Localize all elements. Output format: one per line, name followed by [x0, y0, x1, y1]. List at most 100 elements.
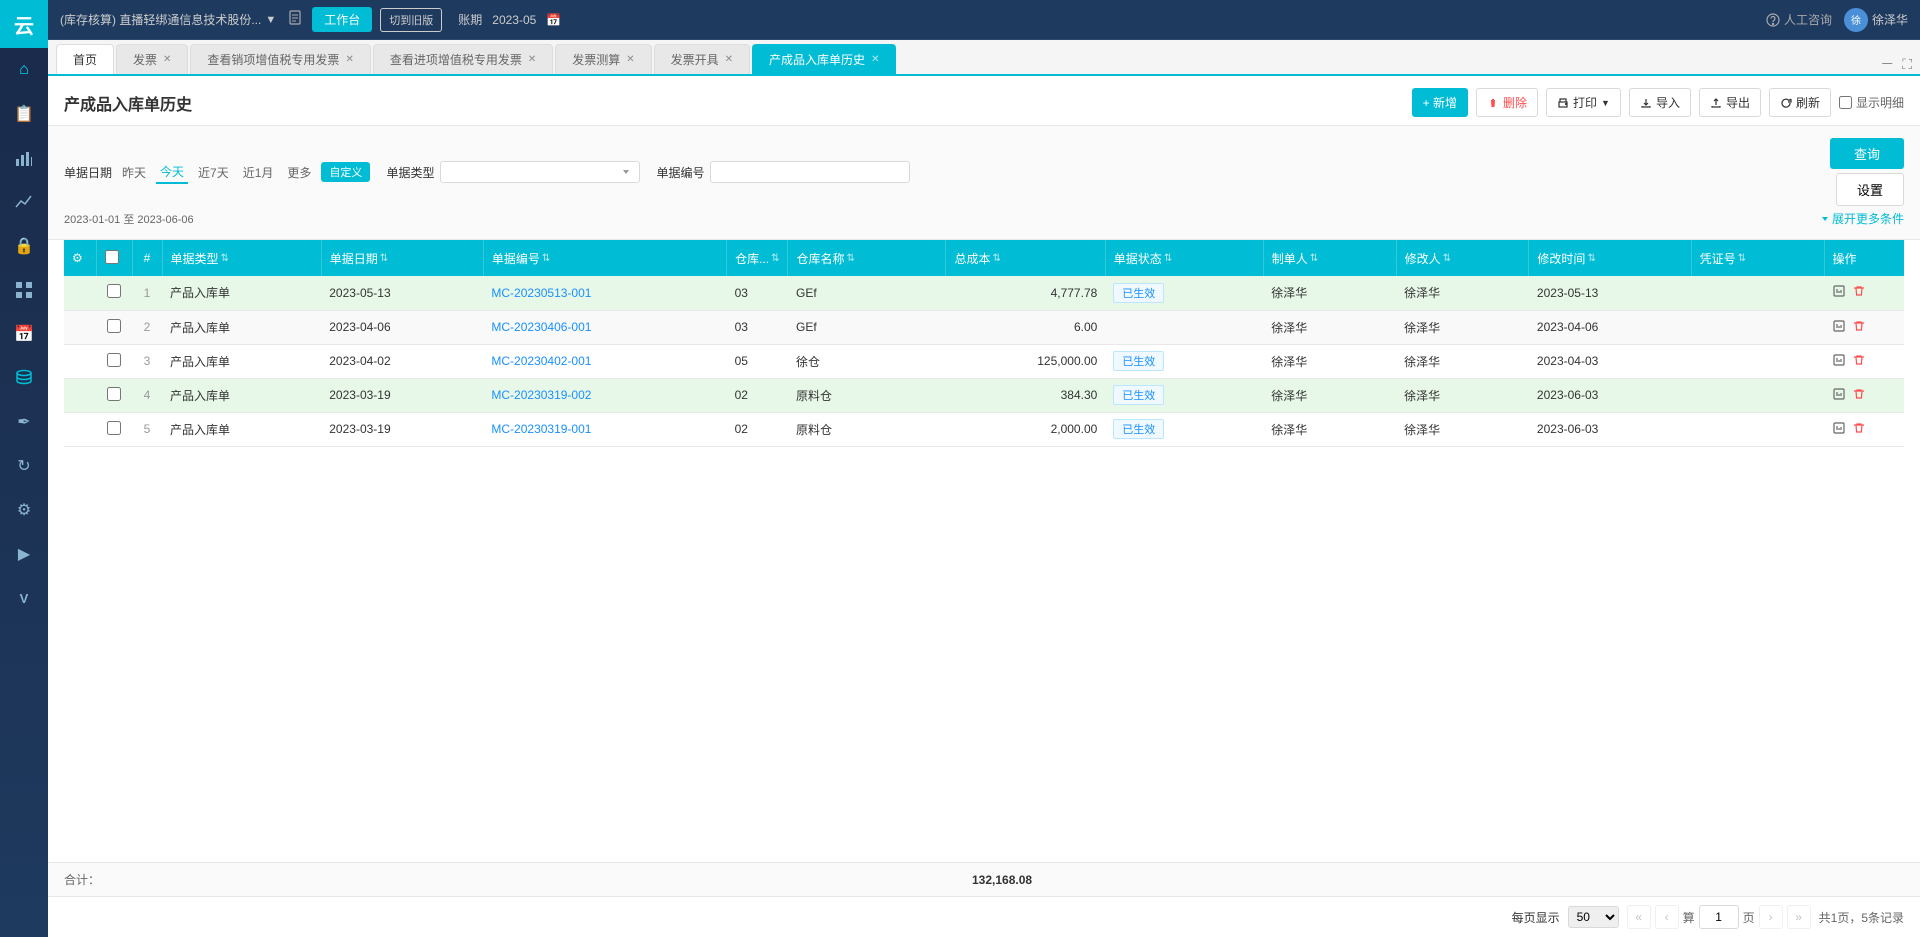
row-checkbox[interactable] — [107, 319, 121, 333]
date-more[interactable]: 更多 — [283, 162, 315, 183]
row-checkbox[interactable] — [107, 284, 121, 298]
tab-product-history[interactable]: 产成品入库单历史 ✕ — [752, 44, 896, 74]
th-modify-time[interactable]: 修改时间⇅ — [1529, 240, 1691, 276]
sidebar-item-settings2[interactable]: ⚙ — [0, 488, 48, 532]
set-button[interactable]: 设置 — [1836, 173, 1904, 206]
sidebar-item-calendar[interactable]: 📅 — [0, 312, 48, 356]
delete-button[interactable]: 删除 — [1476, 88, 1538, 117]
user-avatar: 徐 — [1844, 8, 1868, 32]
page-input[interactable] — [1699, 905, 1739, 929]
th-creator[interactable]: 制单人⇅ — [1263, 240, 1396, 276]
row-edit-icon[interactable] — [1832, 284, 1846, 301]
number-input[interactable] — [710, 161, 910, 183]
refresh-button[interactable]: 刷新 — [1769, 88, 1831, 117]
row-check[interactable] — [96, 378, 132, 412]
date-yesterday[interactable]: 昨天 — [118, 162, 150, 183]
sidebar-item-storage[interactable] — [0, 356, 48, 400]
sidebar-item-video[interactable]: ▶ — [0, 532, 48, 576]
select-all-checkbox[interactable] — [105, 250, 119, 264]
tab-product-history-close[interactable]: ✕ — [871, 54, 879, 65]
new-button[interactable]: + 新增 — [1412, 88, 1468, 117]
last-page-button[interactable]: » — [1787, 905, 1811, 929]
tab-invoice-calc[interactable]: 发票测算 ✕ — [555, 44, 651, 74]
tab-invoice[interactable]: 发票 ✕ — [116, 44, 188, 74]
row-delete-icon[interactable] — [1852, 421, 1866, 438]
row-edit-icon[interactable] — [1832, 421, 1846, 438]
row-number[interactable]: MC-20230513-001 — [483, 276, 726, 310]
sidebar-item-doc[interactable]: 📋 — [0, 92, 48, 136]
th-warehouse-code[interactable]: 仓库...⇅ — [727, 240, 788, 276]
row-number[interactable]: MC-20230402-001 — [483, 344, 726, 378]
row-check[interactable] — [96, 310, 132, 344]
row-check[interactable] — [96, 412, 132, 446]
period-icon[interactable]: 📅 — [546, 13, 561, 27]
th-status[interactable]: 单据状态⇅ — [1105, 240, 1263, 276]
tab-purchase-vat[interactable]: 查看进项增值税专用发票 ✕ — [373, 44, 553, 74]
sidebar-item-lock[interactable]: 🔒 — [0, 224, 48, 268]
row-action — [1824, 310, 1904, 344]
th-check[interactable] — [96, 240, 132, 276]
sidebar-item-chart[interactable] — [0, 136, 48, 180]
sidebar-item-analytics[interactable] — [0, 180, 48, 224]
row-edit-icon[interactable] — [1832, 319, 1846, 336]
user-menu[interactable]: 徐 徐泽华 — [1844, 8, 1908, 32]
per-page-select[interactable]: 50 20 100 — [1568, 906, 1619, 928]
maximize-icon[interactable]: ⛶ — [1902, 56, 1912, 73]
workbench-button[interactable]: 工作台 — [312, 7, 372, 32]
sidebar-item-grid[interactable] — [0, 268, 48, 312]
th-number[interactable]: 单据编号⇅ — [483, 240, 726, 276]
row-number[interactable]: MC-20230406-001 — [483, 310, 726, 344]
th-modifier[interactable]: 修改人⇅ — [1396, 240, 1529, 276]
row-number[interactable]: MC-20230319-002 — [483, 378, 726, 412]
export-button[interactable]: 导出 — [1699, 88, 1761, 117]
tab-invoice-close[interactable]: ✕ — [163, 54, 171, 65]
th-type[interactable]: 单据类型⇅ — [162, 240, 321, 276]
next-page-button[interactable]: › — [1759, 905, 1783, 929]
date-today[interactable]: 今天 — [156, 161, 188, 184]
row-edit-icon[interactable] — [1832, 353, 1846, 370]
th-settings[interactable]: ⚙ — [64, 240, 96, 276]
type-select[interactable] — [440, 161, 640, 183]
th-total-cost[interactable]: 总成本⇅ — [946, 240, 1105, 276]
row-checkbox[interactable] — [107, 387, 121, 401]
tab-home[interactable]: 首页 — [56, 44, 114, 74]
first-page-button[interactable]: « — [1627, 905, 1651, 929]
th-warehouse-name[interactable]: 仓库名称⇅ — [788, 240, 946, 276]
row-delete-icon[interactable] — [1852, 284, 1866, 301]
tab-invoice-open[interactable]: 发票开具 ✕ — [654, 44, 750, 74]
th-date[interactable]: 单据日期⇅ — [321, 240, 483, 276]
row-delete-icon[interactable] — [1852, 319, 1866, 336]
import-button[interactable]: 导入 — [1629, 88, 1691, 117]
print-button[interactable]: 打印 ▼ — [1546, 88, 1621, 117]
tab-invoice-calc-close[interactable]: ✕ — [626, 54, 634, 65]
date-7days[interactable]: 近7天 — [194, 162, 233, 183]
query-button[interactable]: 查询 — [1830, 138, 1904, 169]
row-voucher — [1691, 344, 1824, 378]
sidebar-item-refresh2[interactable]: ↻ — [0, 444, 48, 488]
sidebar-item-stamp[interactable]: ✒ — [0, 400, 48, 444]
display-toggle-checkbox[interactable] — [1839, 96, 1852, 109]
tab-sales-vat-close[interactable]: ✕ — [345, 54, 353, 65]
sidebar-item-version[interactable]: V — [0, 576, 48, 620]
display-toggle[interactable]: 显示明细 — [1839, 94, 1904, 111]
row-number[interactable]: MC-20230319-001 — [483, 412, 726, 446]
tab-purchase-vat-close[interactable]: ✕ — [528, 54, 536, 65]
sidebar-item-home[interactable]: ⌂ — [0, 48, 48, 92]
expand-filter[interactable]: 展开更多条件 — [1820, 210, 1904, 227]
row-checkbox[interactable] — [107, 421, 121, 435]
date-1month[interactable]: 近1月 — [239, 162, 278, 183]
row-delete-icon[interactable] — [1852, 353, 1866, 370]
date-custom[interactable]: 自定义 — [321, 162, 370, 182]
row-check[interactable] — [96, 276, 132, 310]
row-edit-icon[interactable] — [1832, 387, 1846, 404]
tab-invoice-open-close[interactable]: ✕ — [725, 54, 733, 65]
row-delete-icon[interactable] — [1852, 387, 1866, 404]
tab-sales-vat[interactable]: 查看销项增值税专用发票 ✕ — [190, 44, 370, 74]
minimize-icon[interactable]: － — [1880, 54, 1894, 74]
support-label[interactable]: 人工咨询 — [1766, 11, 1832, 28]
th-voucher[interactable]: 凭证号⇅ — [1691, 240, 1824, 276]
switch-version-button[interactable]: 切到旧版 — [380, 8, 442, 32]
row-check[interactable] — [96, 344, 132, 378]
row-checkbox[interactable] — [107, 353, 121, 367]
prev-page-button[interactable]: ‹ — [1655, 905, 1679, 929]
